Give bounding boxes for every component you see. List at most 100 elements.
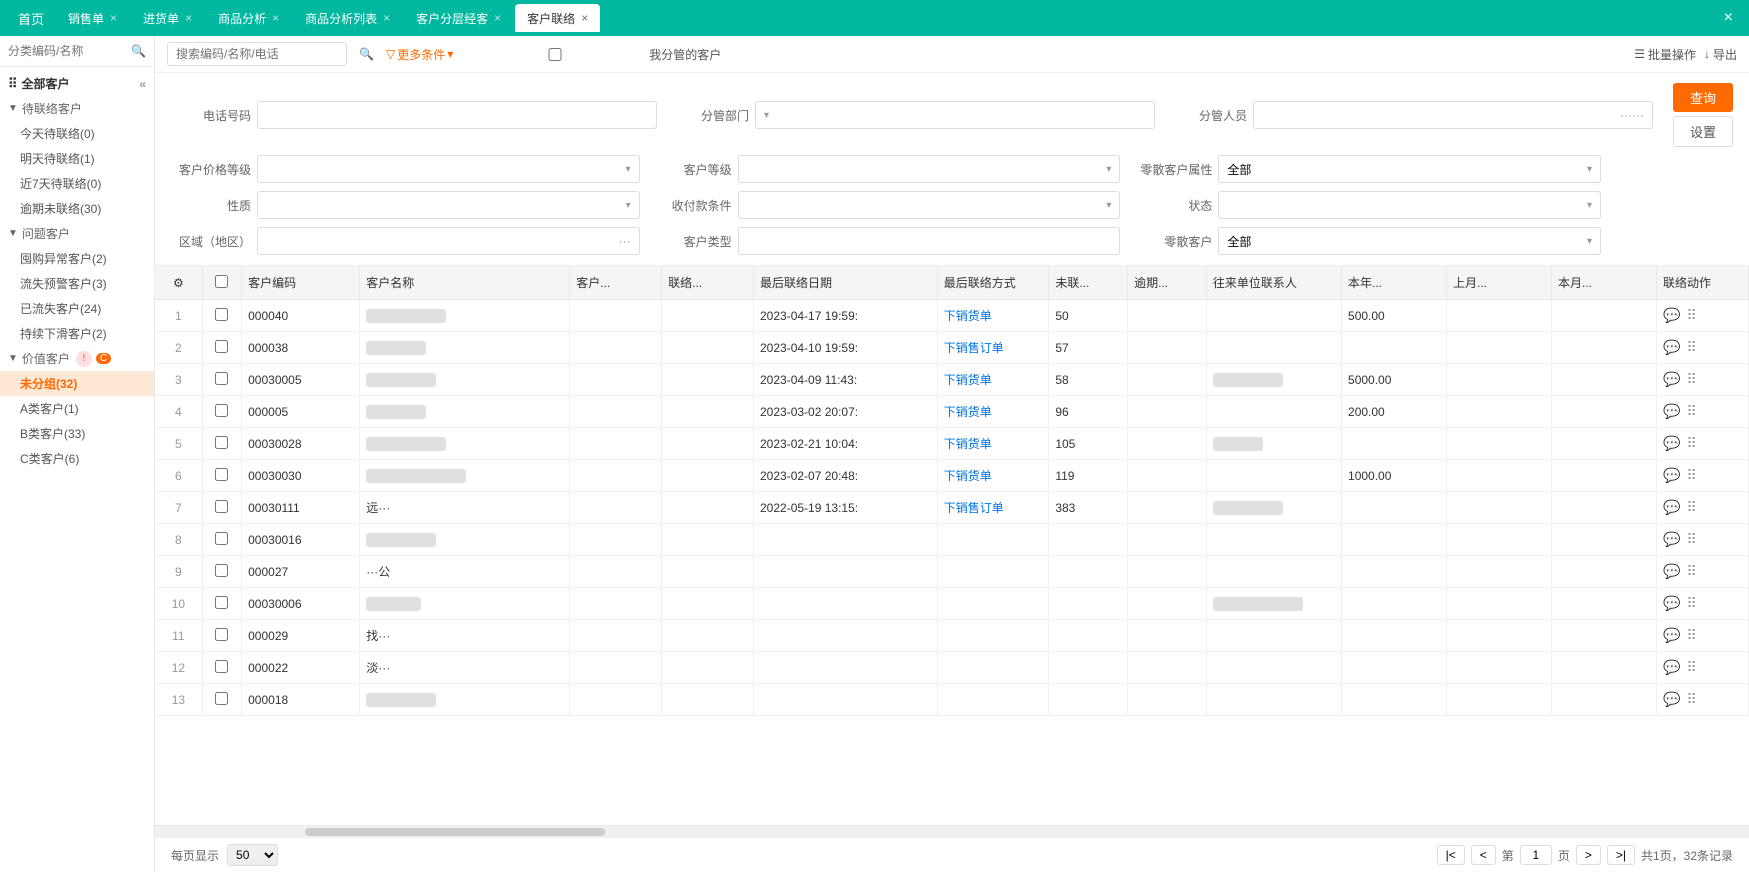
batch-op-button[interactable]: ☰ 批量操作 xyxy=(1634,46,1696,63)
grid-icon[interactable]: ⠿ xyxy=(1686,563,1696,580)
row-checkbox[interactable] xyxy=(215,436,228,449)
cell-action[interactable]: 💬⠿ xyxy=(1657,492,1749,524)
row-checkbox[interactable] xyxy=(215,660,228,673)
chat-icon[interactable]: 💬 xyxy=(1663,467,1680,484)
row-checkbox[interactable] xyxy=(215,596,228,609)
cell-action[interactable]: 💬⠿ xyxy=(1657,588,1749,620)
close-icon[interactable]: × xyxy=(272,11,279,25)
row-checkbox[interactable] xyxy=(215,500,228,513)
first-page-button[interactable]: |< xyxy=(1437,845,1465,865)
sidebar-item-churn-warning[interactable]: 流失预警客户(3) xyxy=(0,271,154,296)
cell-checkbox[interactable] xyxy=(202,460,241,492)
chat-icon[interactable]: 💬 xyxy=(1663,563,1680,580)
nav-tab-customer-contact[interactable]: 客户联络 × xyxy=(515,4,600,32)
sidebar-item-abnormal[interactable]: 囤购异常客户(2) xyxy=(0,246,154,271)
sidebar-item-tomorrow-pending[interactable]: 明天待联络(1) xyxy=(0,146,154,171)
search-icon[interactable]: 🔍 xyxy=(359,47,374,61)
cell-last-method[interactable]: 下销货单 xyxy=(937,428,1049,460)
nav-tab-customer-segment[interactable]: 客户分层经客 × xyxy=(404,4,513,32)
nav-tab-sales[interactable]: 销售单 × xyxy=(56,4,129,32)
row-checkbox[interactable] xyxy=(215,308,228,321)
sidebar-item-churned[interactable]: 已流失客户(24) xyxy=(0,296,154,321)
cell-action[interactable]: 💬⠿ xyxy=(1657,364,1749,396)
grid-icon[interactable]: ⠿ xyxy=(1686,339,1696,356)
chat-icon[interactable]: 💬 xyxy=(1663,435,1680,452)
row-checkbox[interactable] xyxy=(215,532,228,545)
cell-action[interactable]: 💬⠿ xyxy=(1657,652,1749,684)
horizontal-scrollbar[interactable] xyxy=(155,825,1749,837)
cell-checkbox[interactable] xyxy=(202,396,241,428)
chat-icon[interactable]: 💬 xyxy=(1663,659,1680,676)
search-button[interactable]: 查询 xyxy=(1673,83,1733,112)
cell-action[interactable]: 💬⠿ xyxy=(1657,524,1749,556)
nav-tab-analysis-list[interactable]: 商品分析列表 × xyxy=(293,4,402,32)
cell-action[interactable]: 💬⠿ xyxy=(1657,396,1749,428)
nav-tab-purchase[interactable]: 进货单 × xyxy=(131,4,204,32)
cell-checkbox[interactable] xyxy=(202,332,241,364)
chat-icon[interactable]: 💬 xyxy=(1663,307,1680,324)
chat-icon[interactable]: 💬 xyxy=(1663,595,1680,612)
customer-type-select[interactable] xyxy=(738,227,1121,255)
grid-icon[interactable]: ⠿ xyxy=(1686,595,1696,612)
cell-last-method[interactable] xyxy=(937,652,1049,684)
cell-checkbox[interactable] xyxy=(202,300,241,332)
row-checkbox[interactable] xyxy=(215,372,228,385)
cell-action[interactable]: 💬⠿ xyxy=(1657,620,1749,652)
search-icon[interactable]: 🔍 xyxy=(131,44,146,58)
close-all-button[interactable]: × xyxy=(1716,9,1741,27)
chat-icon[interactable]: 💬 xyxy=(1663,371,1680,388)
chat-icon[interactable]: 💬 xyxy=(1663,403,1680,420)
last-page-button[interactable]: >| xyxy=(1607,845,1635,865)
cell-checkbox[interactable] xyxy=(202,652,241,684)
sidebar-item-overdue-pending[interactable]: 逾期未联络(30) xyxy=(0,196,154,221)
chat-icon[interactable]: 💬 xyxy=(1663,499,1680,516)
cell-action[interactable]: 💬⠿ xyxy=(1657,332,1749,364)
cell-last-method[interactable] xyxy=(937,684,1049,716)
grid-icon[interactable]: ⠿ xyxy=(1686,531,1696,548)
grid-icon[interactable]: ⠿ xyxy=(1686,435,1696,452)
grid-icon[interactable]: ⠿ xyxy=(1686,467,1696,484)
more-conditions-button[interactable]: ▽ 更多条件 ▾ xyxy=(386,46,453,63)
method-link[interactable]: 下销售订单 xyxy=(944,501,1004,515)
chat-icon[interactable]: 💬 xyxy=(1663,691,1680,708)
cell-checkbox[interactable] xyxy=(202,588,241,620)
chat-icon[interactable]: 💬 xyxy=(1663,531,1680,548)
th-checkbox[interactable] xyxy=(202,266,241,300)
price-level-select[interactable]: ▾ xyxy=(257,155,640,183)
grid-icon[interactable]: ⠿ xyxy=(1686,659,1696,676)
page-input[interactable] xyxy=(1520,845,1552,865)
close-icon[interactable]: × xyxy=(185,11,192,25)
row-checkbox[interactable] xyxy=(215,692,228,705)
search-input[interactable] xyxy=(167,42,347,66)
row-checkbox[interactable] xyxy=(215,564,228,577)
close-icon[interactable]: × xyxy=(383,11,390,25)
close-icon[interactable]: × xyxy=(494,11,501,25)
chat-icon[interactable]: 💬 xyxy=(1663,339,1680,356)
sidebar-item-declining[interactable]: 持续下滑客户(2) xyxy=(0,321,154,346)
status-select[interactable]: ▾ xyxy=(1218,191,1601,219)
my-customers-check[interactable] xyxy=(465,48,645,61)
manager-select[interactable]: ··· xyxy=(1253,101,1653,129)
cell-action[interactable]: 💬⠿ xyxy=(1657,460,1749,492)
cell-last-method[interactable]: 下销货单 xyxy=(937,364,1049,396)
cell-checkbox[interactable] xyxy=(202,620,241,652)
sidebar-search-input[interactable] xyxy=(8,44,127,58)
cell-last-method[interactable] xyxy=(937,620,1049,652)
method-link[interactable]: 下销货单 xyxy=(944,437,992,451)
close-icon[interactable]: × xyxy=(581,11,588,25)
retail-attr-select[interactable]: 全部 ▾ xyxy=(1218,155,1601,183)
sidebar-item-c-customers[interactable]: C类客户(6) xyxy=(0,446,154,471)
method-link[interactable]: 下销货单 xyxy=(944,469,992,483)
region-select[interactable]: ··· xyxy=(257,227,640,255)
grid-icon[interactable]: ⠿ xyxy=(1686,499,1696,516)
cell-checkbox[interactable] xyxy=(202,524,241,556)
row-checkbox[interactable] xyxy=(215,340,228,353)
cell-last-method[interactable] xyxy=(937,524,1049,556)
cell-checkbox[interactable] xyxy=(202,428,241,460)
cell-checkbox[interactable] xyxy=(202,556,241,588)
retail-select[interactable]: 全部 ▾ xyxy=(1218,227,1601,255)
grid-icon[interactable]: ⠿ xyxy=(1686,627,1696,644)
method-link[interactable]: 下销货单 xyxy=(944,309,992,323)
export-button[interactable]: ↓ 导出 xyxy=(1704,46,1737,63)
sidebar-item-a-customers[interactable]: A类客户(1) xyxy=(0,396,154,421)
